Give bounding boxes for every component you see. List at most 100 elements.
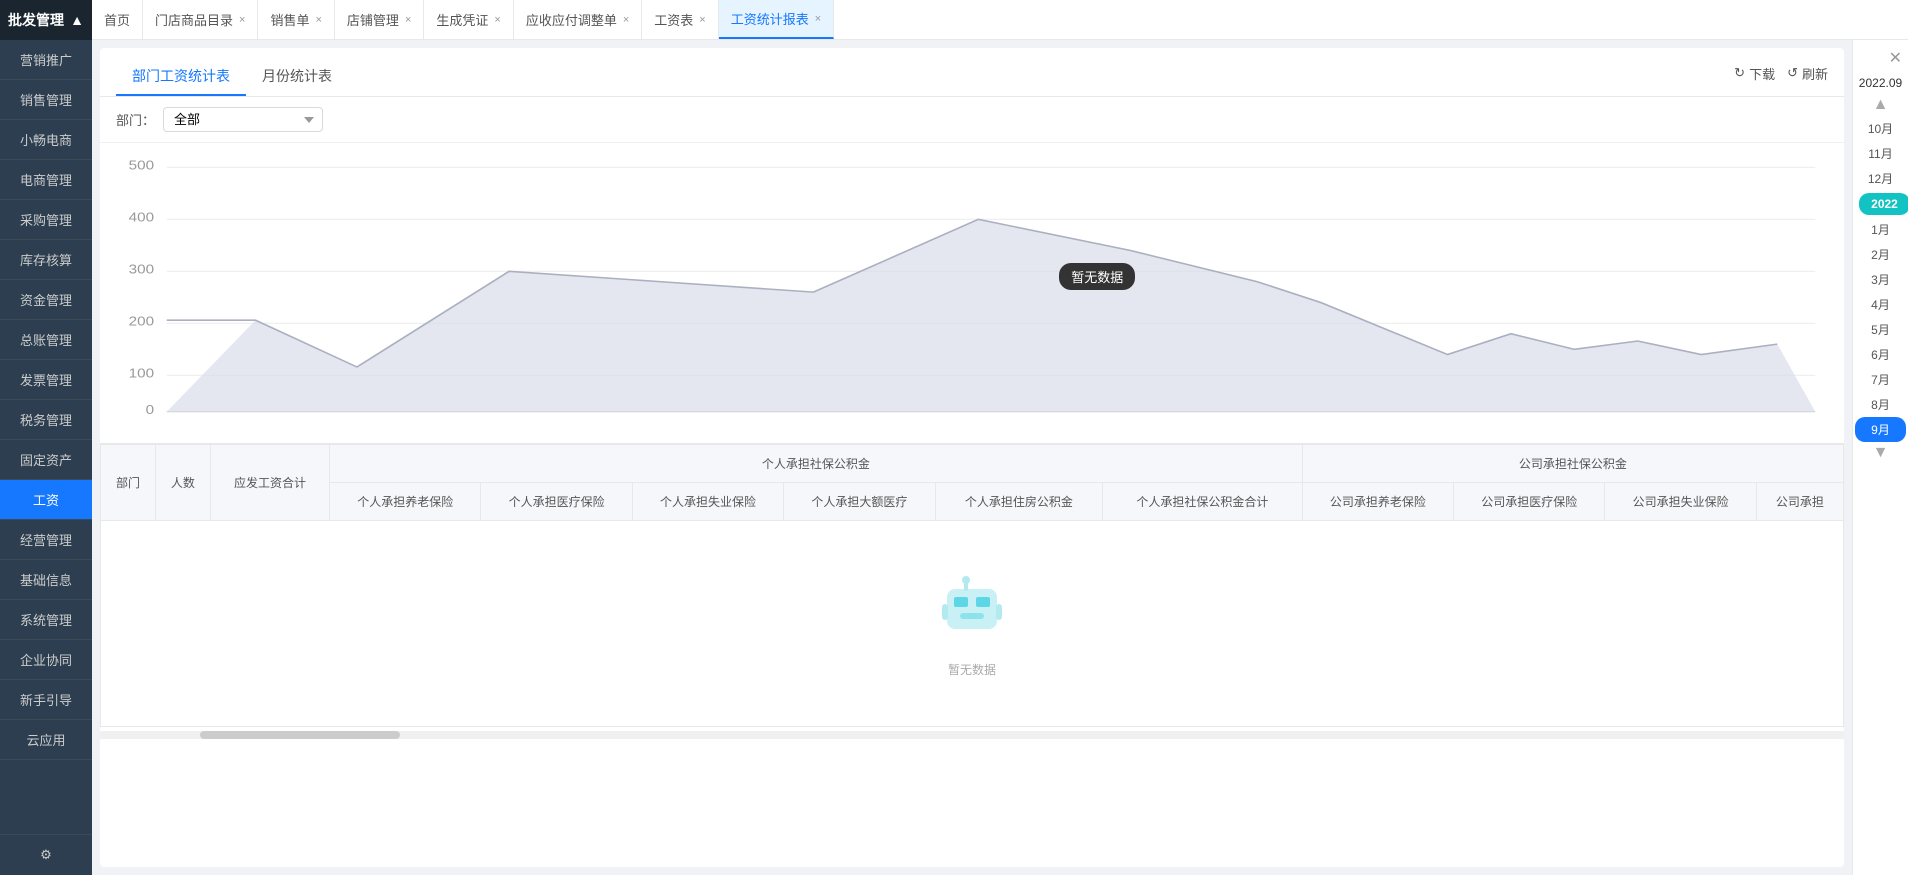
svg-text:500: 500 — [129, 159, 155, 172]
sidebar-item-企业协同[interactable]: 企业协同 — [0, 640, 92, 680]
tab-工资表[interactable]: 工资表× — [642, 0, 718, 39]
download-button[interactable]: ↻ 下载 — [1734, 64, 1775, 83]
th-personal-total: 个人承担社保公积金合计 — [1103, 483, 1303, 521]
sidebar-item-销售管理[interactable]: 销售管理 — [0, 80, 92, 120]
month-item[interactable]: 1月 — [1855, 217, 1906, 242]
table-empty-row: 暂无数据 — [101, 521, 1844, 727]
nav-up-arrow[interactable]: ▲ — [1871, 94, 1891, 116]
tab-label: 应收应付调整单 — [526, 10, 617, 29]
sidebar-settings[interactable]: ⚙ — [0, 834, 92, 875]
date-sidebar: ✕ 2022.09 ▲ 10月11月12月20221月2月3月4月5月6月7月8… — [1852, 40, 1908, 875]
sidebar-item-电商管理[interactable]: 电商管理 — [0, 160, 92, 200]
month-item[interactable]: 7月 — [1855, 367, 1906, 392]
sidebar-item-资金管理[interactable]: 资金管理 — [0, 280, 92, 320]
data-table: 部门 人数 应发工资合计 个人承担社保公积金 公司承担社保公积金 个人承担养老保… — [100, 444, 1844, 727]
date-sidebar-close[interactable]: ✕ — [1889, 48, 1908, 68]
sidebar-collapse-icon[interactable]: ▲ — [70, 12, 84, 28]
sidebar-item-经营管理[interactable]: 经营管理 — [0, 520, 92, 560]
content-area: 部门工资统计表 月份统计表 ↻ 下载 ↺ 刷新 — [92, 40, 1908, 875]
year-display: 2022.09 — [1859, 76, 1902, 90]
table-area[interactable]: 部门 人数 应发工资合计 个人承担社保公积金 公司承担社保公积金 个人承担养老保… — [100, 443, 1844, 867]
th-personal-large-medical: 个人承担大额医疗 — [784, 483, 935, 521]
tab-label: 店铺管理 — [347, 10, 399, 29]
sidebar-item-固定资产[interactable]: 固定资产 — [0, 440, 92, 480]
sidebar-item-新手引导[interactable]: 新手引导 — [0, 680, 92, 720]
tab-工资统计报表[interactable]: 工资统计报表 × — [719, 0, 834, 39]
sidebar-item-税务管理[interactable]: 税务管理 — [0, 400, 92, 440]
tab-dept-salary[interactable]: 部门工资统计表 — [116, 58, 246, 96]
tab-生成凭证[interactable]: 生成凭证 × — [424, 0, 513, 39]
th-company-social: 公司承担社保公积金 — [1302, 445, 1843, 483]
month-item[interactable]: 4月 — [1855, 292, 1906, 317]
tab-门店商品目录[interactable]: 门店商品目录× — [143, 0, 258, 39]
sidebar-item-基础信息[interactable]: 基础信息 — [0, 560, 92, 600]
tab-close-icon[interactable]: × — [699, 14, 705, 26]
sub-tabs-right: ↻ 下载 ↺ 刷新 — [1734, 64, 1828, 91]
th-personal-unemployment: 个人承担失业保险 — [632, 483, 783, 521]
scrollbar-thumb[interactable] — [200, 731, 400, 739]
th-dept: 部门 — [101, 445, 156, 521]
month-item[interactable]: 11月 — [1855, 141, 1906, 166]
month-item[interactable]: 5月 — [1855, 317, 1906, 342]
sidebar-item-发票管理[interactable]: 发票管理 — [0, 360, 92, 400]
tab-销售单[interactable]: 销售单× — [258, 0, 334, 39]
page-content: 部门工资统计表 月份统计表 ↻ 下载 ↺ 刷新 — [100, 48, 1844, 867]
th-total-salary: 应发工资合计 — [210, 445, 329, 521]
toolbar: 部门： 全部 部门A 部门B — [100, 97, 1844, 143]
sidebar-item-工资[interactable]: 工资 — [0, 480, 92, 520]
year-item[interactable]: 2022 — [1859, 193, 1908, 215]
month-item[interactable]: 8月 — [1855, 392, 1906, 417]
sidebar-item-库存核算[interactable]: 库存核算 — [0, 240, 92, 280]
sidebar-header[interactable]: 批发管理 ▲ — [0, 0, 92, 40]
sidebar-item-营销推广[interactable]: 营销推广 — [0, 40, 92, 80]
month-item[interactable]: 3月 — [1855, 267, 1906, 292]
svg-text:200: 200 — [129, 314, 155, 328]
tab-close-icon[interactable]: × — [315, 14, 321, 26]
svg-text:400: 400 — [129, 210, 155, 224]
tab-close-icon[interactable]: × — [239, 14, 245, 26]
svg-text:0: 0 — [146, 402, 155, 416]
nav-down-arrow[interactable]: ▼ — [1871, 442, 1891, 464]
sidebar-item-云应用[interactable]: 云应用 — [0, 720, 92, 760]
main-area: 首页门店商品目录×销售单×店铺管理×生成凭证×应收应付调整单×工资表×工资统计报… — [92, 0, 1908, 875]
tab-首页[interactable]: 首页 — [92, 0, 143, 39]
empty-icon — [932, 569, 1012, 649]
month-item[interactable]: 10月 — [1855, 116, 1906, 141]
month-item[interactable]: 6月 — [1855, 342, 1906, 367]
th-company-other: 公司承担 — [1756, 483, 1843, 521]
th-count: 人数 — [155, 445, 210, 521]
table-header-row-2: 个人承担养老保险 个人承担医疗保险 个人承担失业保险 个人承担大额医疗 个人承担… — [101, 483, 1844, 521]
refresh-icon: ↺ — [1787, 65, 1798, 81]
dept-select[interactable]: 全部 部门A 部门B — [163, 107, 323, 132]
tab-店铺管理[interactable]: 店铺管理 × — [335, 0, 424, 39]
th-personal-pension: 个人承担养老保险 — [330, 483, 481, 521]
chart-svg: 500 400 300 200 100 0 — [116, 159, 1828, 419]
month-item[interactable]: 12月 — [1855, 166, 1906, 191]
tab-label: 生成凭证 — [436, 10, 488, 29]
svg-text:300: 300 — [129, 262, 155, 276]
sidebar-item-系统管理[interactable]: 系统管理 — [0, 600, 92, 640]
download-icon: ↻ — [1734, 65, 1745, 81]
sidebar: 批发管理 ▲ 营销推广销售管理小畅电商电商管理采购管理库存核算资金管理总账管理发… — [0, 0, 92, 875]
sub-tabs-left: 部门工资统计表 月份统计表 — [116, 58, 348, 96]
dept-label: 部门： — [116, 110, 155, 129]
tab-close-icon[interactable]: × — [815, 13, 821, 25]
sidebar-item-总账管理[interactable]: 总账管理 — [0, 320, 92, 360]
sidebar-item-小畅电商[interactable]: 小畅电商 — [0, 120, 92, 160]
horizontal-scrollbar[interactable] — [100, 731, 1844, 739]
tab-close-icon[interactable]: × — [405, 14, 411, 26]
chart-container: 500 400 300 200 100 0 — [100, 143, 1844, 443]
tab-应收应付调整单[interactable]: 应收应付调整单 × — [514, 0, 642, 39]
tab-label: 工资统计报表 — [731, 9, 809, 28]
settings-icon: ⚙ — [40, 847, 52, 862]
tab-close-icon[interactable]: × — [494, 14, 500, 26]
month-item[interactable]: 2月 — [1855, 242, 1906, 267]
refresh-button[interactable]: ↺ 刷新 — [1787, 64, 1828, 83]
tab-month-stats[interactable]: 月份统计表 — [246, 58, 348, 96]
svg-text:100: 100 — [129, 366, 155, 380]
tab-close-icon[interactable]: × — [623, 14, 629, 26]
th-company-unemployment: 公司承担失业保险 — [1605, 483, 1756, 521]
month-item[interactable]: 9月 — [1855, 417, 1906, 442]
th-personal-medical: 个人承担医疗保险 — [481, 483, 632, 521]
sidebar-item-采购管理[interactable]: 采购管理 — [0, 200, 92, 240]
